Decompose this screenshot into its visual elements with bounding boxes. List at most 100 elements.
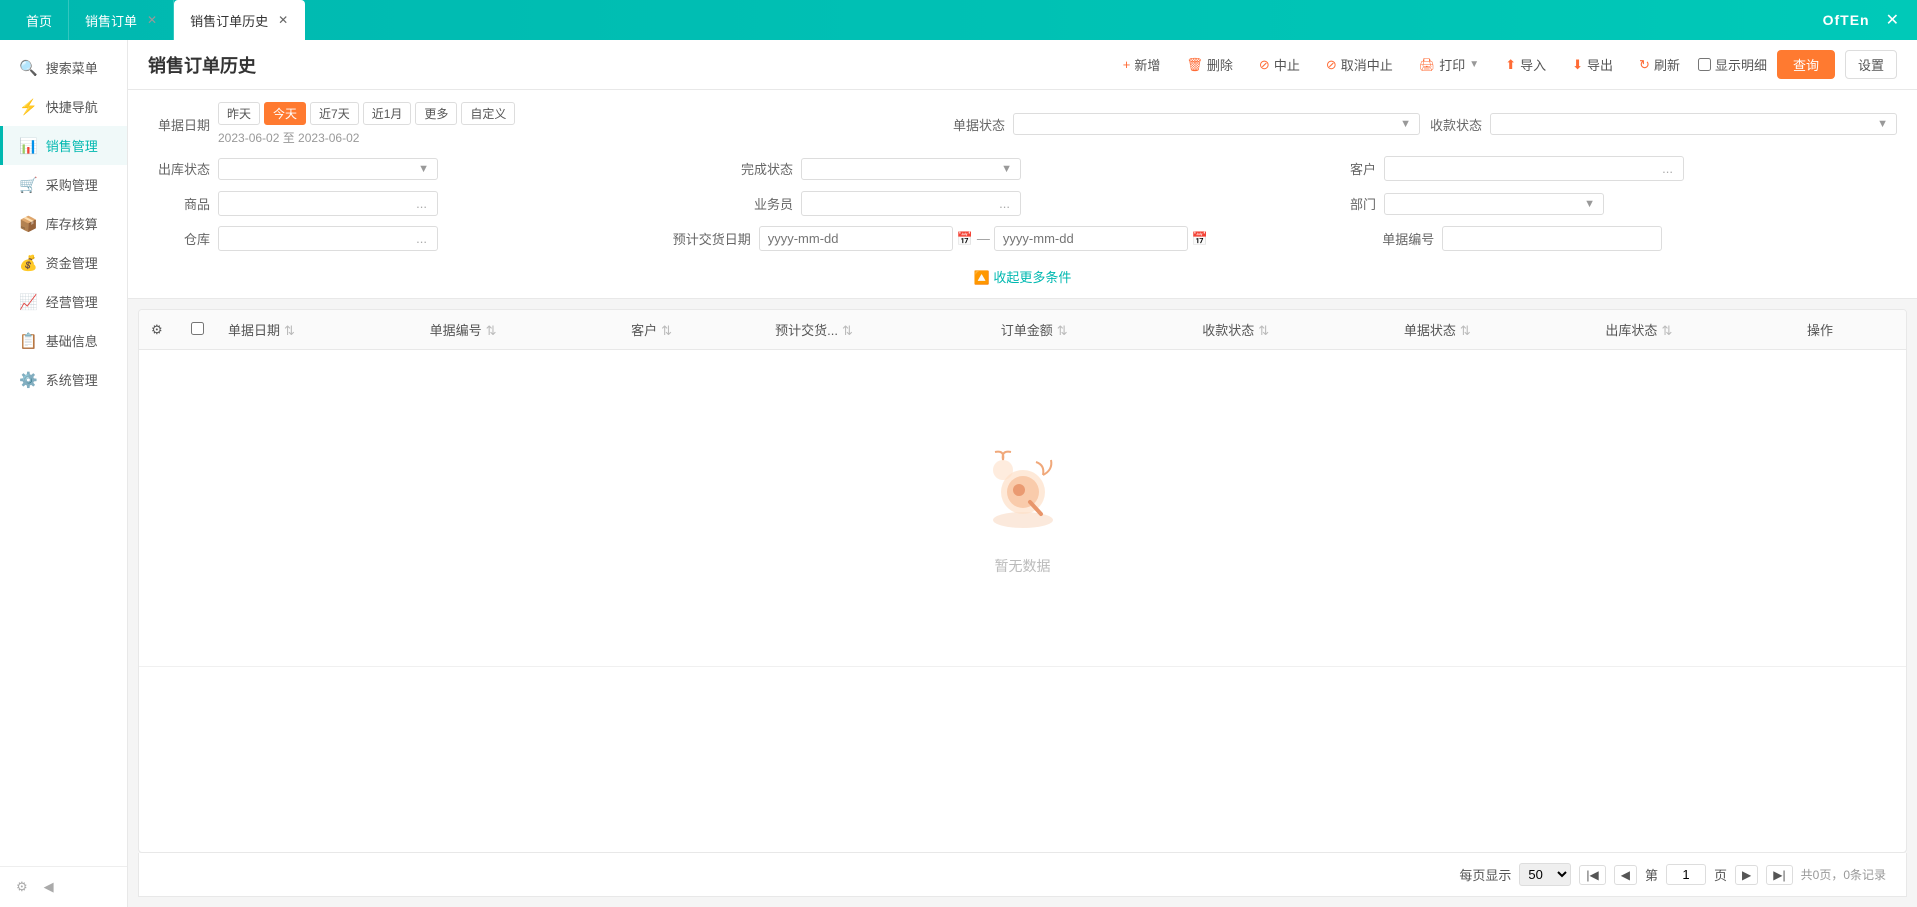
page-size-select[interactable]: 50 10 20 100 [1519,863,1571,886]
department-select[interactable]: ▼ [1384,193,1604,215]
sidebar-item-inventory-label: 库存核算 [46,214,98,233]
th-payment-status[interactable]: 收款状态⇅ [1190,310,1392,350]
customer-dotdot[interactable]: ... [1658,161,1677,176]
payment-status-arrow: ▼ [1877,118,1888,130]
empty-icon [973,440,1073,540]
date-btn-more[interactable]: 更多 [415,102,457,125]
suspend-button[interactable]: ⊘ 中止 [1251,51,1308,78]
th-bill-no[interactable]: 单据编号⇅ [418,310,620,350]
bill-status-label: 单据状态 [943,115,1013,134]
sidebar-item-inventory[interactable]: 📦 库存核算 [0,204,127,243]
calendar-start-icon[interactable]: 📅 [957,231,973,247]
warehouse-dotdot[interactable]: ... [412,231,431,246]
th-order-amount[interactable]: 订单金额⇅ [989,310,1191,350]
th-settings[interactable]: ⚙ [139,310,179,350]
export-icon: ⬇ [1572,57,1583,73]
th-payment-status-label: 收款状态 [1202,323,1254,338]
th-checkbox[interactable] [179,310,216,350]
salesperson-dotdot[interactable]: ... [995,196,1014,211]
import-button[interactable]: ⬆ 导入 [1497,51,1554,78]
top-bar-close-btn[interactable]: ✕ [1878,10,1907,30]
display-detail-check[interactable]: 显示明细 [1698,55,1767,74]
display-detail-label: 显示明细 [1715,55,1767,74]
bill-status-sort: ⇅ [1460,323,1471,338]
sidebar-item-purchase-mgmt-label: 采购管理 [46,175,98,194]
first-page-btn[interactable]: |◀ [1579,865,1605,885]
top-bar-right: OfTEn ✕ [1823,10,1907,30]
tab-sales-order-history[interactable]: 销售订单历史 ✕ [174,0,305,40]
sidebar-item-quick-nav[interactable]: ⚡ 快捷导航 [0,87,127,126]
select-all-checkbox[interactable] [191,322,204,335]
sidebar-item-finance-label: 资金管理 [46,253,98,272]
sidebar-settings-icon[interactable]: ⚙ [16,879,28,895]
sidebar-item-operations[interactable]: 📈 经营管理 [0,282,127,321]
th-bill-date-label: 单据日期 [228,323,280,338]
next-page-btn[interactable]: ▶ [1735,865,1758,885]
filter-col-goods: 商品 ... [148,191,731,216]
last-page-btn[interactable]: ▶| [1766,865,1792,885]
sidebar-item-purchase-mgmt[interactable]: 🛒 采购管理 [0,165,127,204]
display-detail-checkbox[interactable] [1698,58,1711,71]
current-page-input[interactable] [1666,864,1706,885]
search-menu-icon: 🔍 [19,59,38,77]
goods-dotdot[interactable]: ... [412,196,431,211]
sidebar: 🔍 搜索菜单 ⚡ 快捷导航 📊 销售管理 🛒 采购管理 📦 库存核算 💰 资金管… [0,40,128,907]
filter-col-date: 单据日期 昨天 今天 近7天 近1月 更多 自定义 2023-06-02 至 2… [148,102,943,146]
tab-sales-order-history-label: 销售订单历史 [190,11,268,30]
bill-no-label: 单据编号 [1372,229,1442,248]
sidebar-item-operations-label: 经营管理 [46,292,98,311]
sidebar-item-system[interactable]: ⚙️ 系统管理 [0,360,127,399]
settings-button[interactable]: 设置 [1845,50,1897,79]
th-expected-delivery-label: 预计交货... [775,323,838,338]
filter-collapse[interactable]: 🔼 收起更多条件 [148,261,1897,286]
export-button[interactable]: ⬇ 导出 [1564,51,1621,78]
date-btn-today[interactable]: 今天 [264,102,306,125]
delivery-date-end[interactable] [994,226,1188,251]
complete-status-arrow: ▼ [1001,163,1012,175]
complete-status-select[interactable]: ▼ [801,158,1021,180]
data-table: ⚙ 单据日期⇅ 单据编号⇅ 客户⇅ 预计交货...⇅ 订单金额⇅ 收款状态⇅ 单… [139,310,1906,667]
sidebar-item-basic-info[interactable]: 📋 基础信息 [0,321,127,360]
prev-page-btn[interactable]: ◀ [1614,865,1637,885]
date-btn-yesterday[interactable]: 昨天 [218,102,260,125]
tab-sales-order-close[interactable]: ✕ [147,13,157,27]
date-btn-custom[interactable]: 自定义 [461,102,515,125]
system-icon: ⚙️ [19,371,38,389]
out-status-select[interactable]: ▼ [218,158,438,180]
print-button[interactable]: 🖨 打印 ▼ [1411,51,1487,78]
new-button[interactable]: + 新增 [1115,51,1169,78]
tab-sales-order-history-close[interactable]: ✕ [278,13,288,27]
sidebar-item-finance[interactable]: 💰 资金管理 [0,243,127,282]
page-size-label: 每页显示 [1459,865,1511,884]
query-button[interactable]: 查询 [1777,50,1835,79]
cancel-suspend-button[interactable]: ⊘ 取消中止 [1318,51,1401,78]
delete-button[interactable]: 🗑 删除 [1178,51,1241,78]
th-bill-date[interactable]: 单据日期⇅ [216,310,418,350]
tab-sales-order[interactable]: 销售订单 ✕ [69,0,174,40]
th-out-status[interactable]: 出库状态⇅ [1593,310,1795,350]
payment-status-label: 收款状态 [1420,115,1490,134]
import-icon: ⬆ [1505,57,1516,73]
th-bill-status-label: 单据状态 [1404,323,1456,338]
filter-col-complete-status: 完成状态 ▼ [731,158,1314,180]
calendar-end-icon[interactable]: 📅 [1192,231,1208,247]
table-header-row: ⚙ 单据日期⇅ 单据编号⇅ 客户⇅ 预计交货...⇅ 订单金额⇅ 收款状态⇅ 单… [139,310,1906,350]
bill-status-select[interactable]: ▼ [1013,113,1420,135]
date-btn-1month[interactable]: 近1月 [363,102,412,125]
delivery-date-start[interactable] [759,226,953,251]
sidebar-item-search-menu[interactable]: 🔍 搜索菜单 [0,48,127,87]
date-btn-7days[interactable]: 近7天 [310,102,359,125]
th-bill-status[interactable]: 单据状态 ⇅ [1392,310,1594,350]
th-order-amount-label: 订单金额 [1001,323,1053,338]
sidebar-collapse-icon[interactable]: ◀ [44,879,54,895]
th-expected-delivery[interactable]: 预计交货...⇅ [763,310,989,350]
collapse-label: 收起更多条件 [993,270,1071,285]
goods-label: 商品 [148,194,218,213]
bill-no-input[interactable] [1442,226,1662,251]
tab-home[interactable]: 首页 [10,0,69,40]
refresh-button[interactable]: ↻ 刷新 [1631,51,1688,78]
th-customer[interactable]: 客户⇅ [619,310,763,350]
payment-status-select[interactable]: ▼ [1490,113,1897,135]
sidebar-item-sales-mgmt[interactable]: 📊 销售管理 [0,126,127,165]
total-info: 共0页，0条记录 [1801,866,1886,883]
